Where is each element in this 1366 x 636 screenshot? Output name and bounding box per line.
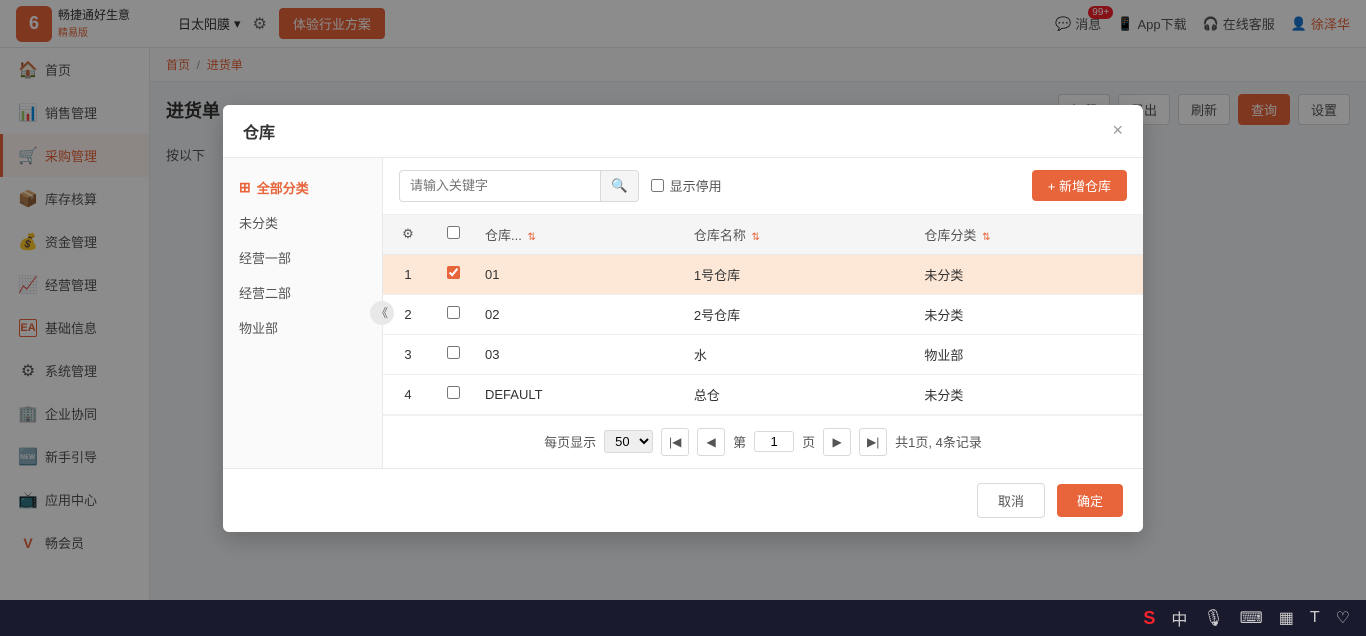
row-checkbox-cell: [433, 374, 473, 414]
row-name: 1号仓库: [682, 254, 913, 294]
dialog-header: 仓库 ×: [223, 105, 1143, 158]
add-warehouse-button[interactable]: + 新增仓库: [1032, 170, 1127, 201]
row-checkbox-cell: [433, 334, 473, 374]
page-suffix: 页: [802, 432, 815, 451]
row-code: 02: [473, 294, 682, 334]
th-code-label: 仓库...: [485, 228, 522, 243]
category-item-property[interactable]: 物业部: [223, 310, 382, 345]
th-name: 仓库名称 ⇅: [682, 215, 913, 255]
last-page-button[interactable]: ▶|: [859, 428, 887, 456]
show-disabled-text: 显示停用: [670, 176, 722, 195]
row-checkbox-cell: [433, 254, 473, 294]
search-button[interactable]: 🔍: [600, 171, 638, 201]
row-code: 01: [473, 254, 682, 294]
row-checkbox[interactable]: [447, 266, 460, 279]
category-all-label: 全部分类: [257, 178, 309, 197]
bottom-icon-heart[interactable]: ♡: [1336, 608, 1350, 628]
total-label: 共1页, 4条记录: [895, 432, 982, 451]
category-header[interactable]: ⊞ 全部分类: [223, 170, 382, 205]
table-row[interactable]: 4 DEFAULT 总仓 未分类: [383, 374, 1143, 414]
show-disabled-checkbox[interactable]: [651, 179, 664, 192]
search-box: 🔍: [399, 170, 639, 202]
sort-icon-name: ⇅: [752, 232, 760, 243]
row-name: 2号仓库: [682, 294, 913, 334]
table-body: 1 01 1号仓库 未分类 2 02 2号仓库 未分类 3 03 水 物业部 4…: [383, 254, 1143, 414]
dialog-close-button[interactable]: ×: [1112, 120, 1123, 141]
table-row[interactable]: 1 01 1号仓库 未分类: [383, 254, 1143, 294]
show-disabled-label[interactable]: 显示停用: [651, 176, 722, 195]
pagination: 每页显示 50 |◀ ◀ 第 页 ▶ ▶| 共1页, 4条记录: [383, 415, 1143, 468]
bottom-icon-t[interactable]: T: [1310, 609, 1320, 627]
row-category: 未分类: [912, 374, 1143, 414]
table-wrap: ⚙ 仓库... ⇅ 仓库名称 ⇅: [383, 215, 1143, 415]
prev-page-button[interactable]: ◀: [697, 428, 725, 456]
row-no: 3: [383, 334, 433, 374]
category-item-ops2[interactable]: 经营二部: [223, 275, 382, 310]
row-checkbox-cell: [433, 294, 473, 334]
th-check: [433, 215, 473, 255]
row-no: 1: [383, 254, 433, 294]
row-code: 03: [473, 334, 682, 374]
row-checkbox[interactable]: [447, 386, 460, 399]
row-name: 水: [682, 334, 913, 374]
select-all-checkbox[interactable]: [447, 226, 460, 239]
row-category: 物业部: [912, 334, 1143, 374]
th-category: 仓库分类 ⇅: [912, 215, 1143, 255]
category-item-ops1[interactable]: 经营一部: [223, 240, 382, 275]
th-category-label: 仓库分类: [924, 228, 976, 243]
grid-icon: ⊞: [239, 179, 251, 196]
modal-overlay: 仓库 × ⊞ 全部分类 未分类 经营一部 经营二部 物业部 《: [0, 0, 1366, 636]
bottom-icon-grid[interactable]: ▦: [1279, 608, 1294, 628]
page-input[interactable]: [754, 431, 794, 452]
cancel-button[interactable]: 取消: [977, 483, 1045, 518]
per-page-label: 每页显示: [544, 432, 596, 451]
th-gear: ⚙: [383, 215, 433, 255]
page-label: 第: [733, 432, 746, 451]
th-name-label: 仓库名称: [694, 228, 746, 243]
search-input[interactable]: [400, 178, 600, 193]
table-row[interactable]: 2 02 2号仓库 未分类: [383, 294, 1143, 334]
dialog-body: ⊞ 全部分类 未分类 经营一部 经营二部 物业部 《 🔍: [223, 158, 1143, 468]
dialog-title: 仓库: [243, 119, 275, 143]
row-name: 总仓: [682, 374, 913, 414]
row-code: DEFAULT: [473, 374, 682, 414]
category-item-uncategorized[interactable]: 未分类: [223, 205, 382, 240]
category-collapse-button[interactable]: 《: [370, 301, 394, 325]
category-panel: ⊞ 全部分类 未分类 经营一部 经营二部 物业部 《: [223, 158, 383, 468]
per-page-select[interactable]: 50: [604, 430, 653, 453]
bottom-icon-zh[interactable]: 中: [1171, 606, 1187, 630]
first-page-button[interactable]: |◀: [661, 428, 689, 456]
warehouse-table: ⚙ 仓库... ⇅ 仓库名称 ⇅: [383, 215, 1143, 415]
row-category: 未分类: [912, 254, 1143, 294]
table-panel: 🔍 显示停用 + 新增仓库 ⚙: [383, 158, 1143, 468]
bottom-icon-mic[interactable]: 🎙: [1203, 608, 1223, 628]
sort-icon-code: ⇅: [527, 232, 535, 243]
confirm-button[interactable]: 确定: [1057, 484, 1123, 517]
th-code: 仓库... ⇅: [473, 215, 682, 255]
bottom-bar: S 中 🎙 ⌨ ▦ T ♡: [0, 600, 1366, 636]
dialog-footer: 取消 确定: [223, 468, 1143, 532]
next-page-button[interactable]: ▶: [823, 428, 851, 456]
bottom-icon-keyboard[interactable]: ⌨: [1240, 608, 1263, 628]
row-no: 4: [383, 374, 433, 414]
row-checkbox[interactable]: [447, 346, 460, 359]
warehouse-dialog: 仓库 × ⊞ 全部分类 未分类 经营一部 经营二部 物业部 《: [223, 105, 1143, 532]
s-logo: S: [1143, 608, 1155, 629]
table-header-row: ⚙ 仓库... ⇅ 仓库名称 ⇅: [383, 215, 1143, 255]
row-category: 未分类: [912, 294, 1143, 334]
table-row[interactable]: 3 03 水 物业部: [383, 334, 1143, 374]
row-checkbox[interactable]: [447, 306, 460, 319]
sort-icon-category: ⇅: [982, 232, 990, 243]
table-toolbar: 🔍 显示停用 + 新增仓库: [383, 158, 1143, 215]
